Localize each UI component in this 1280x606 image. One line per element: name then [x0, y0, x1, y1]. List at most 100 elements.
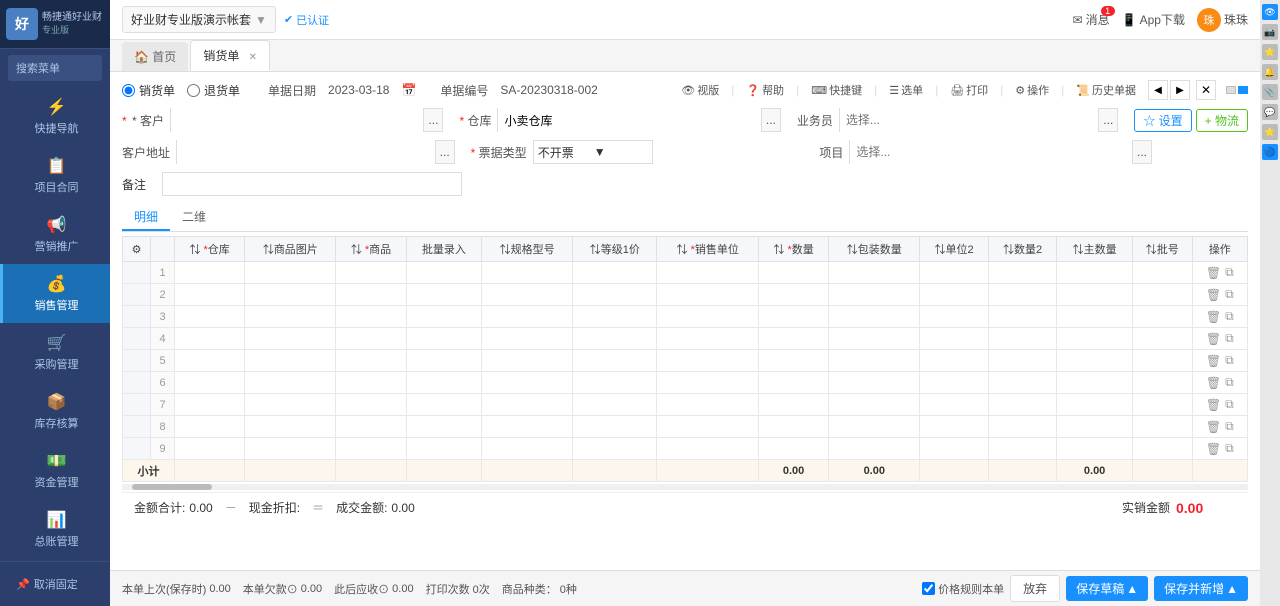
unpin-button[interactable]: 📌 取消固定 [8, 570, 102, 598]
row-8-pkg-qty[interactable] [829, 416, 920, 438]
col-qty2-sort-icon[interactable]: ⇅ [1003, 244, 1014, 256]
customer-input[interactable] [171, 108, 423, 132]
abandon-button[interactable]: 放弃 [1010, 575, 1060, 602]
row-4-spec[interactable] [482, 328, 573, 350]
row-4-batch[interactable] [1132, 328, 1192, 350]
row-3-spec[interactable] [482, 306, 573, 328]
row-1-warehouse[interactable] [175, 262, 245, 284]
row-1-sales-unit[interactable] [657, 262, 759, 284]
right-icon-5[interactable]: 📎 [1262, 84, 1278, 100]
row-4-delete-btn[interactable]: 🗑 [1205, 330, 1222, 347]
row-4-qty[interactable] [758, 328, 828, 350]
row-1-spec[interactable] [482, 262, 573, 284]
row-1-qty2[interactable] [988, 262, 1057, 284]
row-2-spec[interactable] [482, 284, 573, 306]
history-btn[interactable]: 📜 历史单据 [1070, 80, 1142, 100]
row-7-batch[interactable] [1132, 394, 1192, 416]
address-ellipsis-btn[interactable]: ... [435, 141, 454, 163]
help-btn[interactable]: ❓ 帮助 [740, 80, 790, 100]
right-icon-6[interactable]: 💬 [1262, 104, 1278, 120]
row-9-pkg-qty[interactable] [829, 438, 920, 460]
row-7-spec[interactable] [482, 394, 573, 416]
col-goods-sort-icon[interactable]: ⇅ [351, 244, 362, 256]
tab-detail-2d[interactable]: 二维 [170, 204, 218, 231]
row-3-qty2[interactable] [988, 306, 1057, 328]
row-1-batch-import[interactable] [406, 262, 481, 284]
row-2-batch-import[interactable] [406, 284, 481, 306]
row-7-unit2[interactable] [920, 394, 989, 416]
row-6-batch[interactable] [1132, 372, 1192, 394]
row-6-price1[interactable] [573, 372, 657, 394]
sidebar-item-project[interactable]: 📋 项目合同 [0, 146, 110, 205]
row-1-goods[interactable] [336, 262, 406, 284]
row-6-copy-btn[interactable]: ⧉ [1224, 374, 1235, 391]
row-1-price1[interactable] [573, 262, 657, 284]
row-4-warehouse[interactable] [175, 328, 245, 350]
row-8-price1[interactable] [573, 416, 657, 438]
row-8-goods[interactable] [336, 416, 406, 438]
row-3-copy-btn[interactable]: ⧉ [1224, 308, 1235, 325]
row-7-price1[interactable] [573, 394, 657, 416]
row-5-sales-unit[interactable] [657, 350, 759, 372]
row-2-main-qty[interactable] [1057, 284, 1132, 306]
row-4-copy-btn[interactable]: ⧉ [1224, 330, 1235, 347]
radio-sales-order[interactable]: 销货单 [122, 82, 175, 99]
row-1-batch[interactable] [1132, 262, 1192, 284]
right-icon-2[interactable]: 📷 [1262, 24, 1278, 40]
row-5-price1[interactable] [573, 350, 657, 372]
sidebar-item-quick-nav[interactable]: ⚡ 快捷导航 [0, 87, 110, 146]
prev-doc-button[interactable]: ◀ [1148, 80, 1168, 100]
row-2-unit2[interactable] [920, 284, 989, 306]
right-icon-1[interactable]: 👁 [1262, 4, 1278, 20]
row-3-qty[interactable] [758, 306, 828, 328]
col-unit2-sort-icon[interactable]: ⇅ [935, 244, 946, 256]
row-9-qty[interactable] [758, 438, 828, 460]
row-7-main-qty[interactable] [1057, 394, 1132, 416]
select-btn[interactable]: ☰ 选单 [883, 80, 929, 100]
row-6-spec[interactable] [482, 372, 573, 394]
row-3-batch-import[interactable] [406, 306, 481, 328]
operation-btn[interactable]: ⚙ 操作 [1009, 80, 1055, 100]
row-8-sales-unit[interactable] [657, 416, 759, 438]
sidebar-item-inventory[interactable]: 📦 库存核算 [0, 382, 110, 441]
row-9-qty2[interactable] [988, 438, 1057, 460]
row-9-spec[interactable] [482, 438, 573, 460]
sidebar-item-finance[interactable]: 💵 资金管理 [0, 441, 110, 500]
search-menu-button[interactable]: 搜索菜单 [8, 55, 102, 81]
customer-ellipsis-btn[interactable]: ... [423, 109, 442, 131]
row-7-batch-import[interactable] [406, 394, 481, 416]
user-avatar[interactable]: 珠 珠珠 [1197, 8, 1248, 32]
row-3-batch[interactable] [1132, 306, 1192, 328]
row-3-warehouse[interactable] [175, 306, 245, 328]
sidebar-item-marketing[interactable]: 📢 营销推广 [0, 205, 110, 264]
row-9-sales-unit[interactable] [657, 438, 759, 460]
tab-home[interactable]: 🏠 首页 [122, 42, 188, 71]
sidebar-item-sales[interactable]: 💰 销售管理 [0, 264, 110, 323]
row-4-sales-unit[interactable] [657, 328, 759, 350]
row-4-unit2[interactable] [920, 328, 989, 350]
row-3-price1[interactable] [573, 306, 657, 328]
col-batch-import[interactable]: 批量录入 [406, 237, 481, 262]
view-version-btn[interactable]: 👁 视版 [675, 80, 725, 100]
row-2-delete-btn[interactable]: 🗑 [1205, 286, 1222, 303]
row-1-pkg-qty[interactable] [829, 262, 920, 284]
sidebar-item-purchase[interactable]: 🛒 采购管理 [0, 323, 110, 382]
address-input[interactable] [177, 140, 435, 164]
row-5-goods[interactable] [336, 350, 406, 372]
company-selector[interactable]: 好业财专业版演示帐套 ▼ [122, 6, 276, 33]
row-7-qty[interactable] [758, 394, 828, 416]
row-2-goods[interactable] [336, 284, 406, 306]
row-6-sales-unit[interactable] [657, 372, 759, 394]
row-5-spec[interactable] [482, 350, 573, 372]
app-download-button[interactable]: 📱 App下载 [1122, 11, 1185, 28]
sidebar-item-ledger[interactable]: 📊 总账管理 [0, 500, 110, 559]
shortcut-btn[interactable]: ⌨ 快捷键 [805, 80, 868, 100]
salesperson-ellipsis-btn[interactable]: ... [1098, 109, 1117, 131]
row-3-pkg-qty[interactable] [829, 306, 920, 328]
row-6-unit2[interactable] [920, 372, 989, 394]
row-5-delete-btn[interactable]: 🗑 [1205, 352, 1222, 369]
row-2-warehouse[interactable] [175, 284, 245, 306]
row-6-warehouse[interactable] [175, 372, 245, 394]
row-6-pkg-qty[interactable] [829, 372, 920, 394]
row-1-main-qty[interactable] [1057, 262, 1132, 284]
